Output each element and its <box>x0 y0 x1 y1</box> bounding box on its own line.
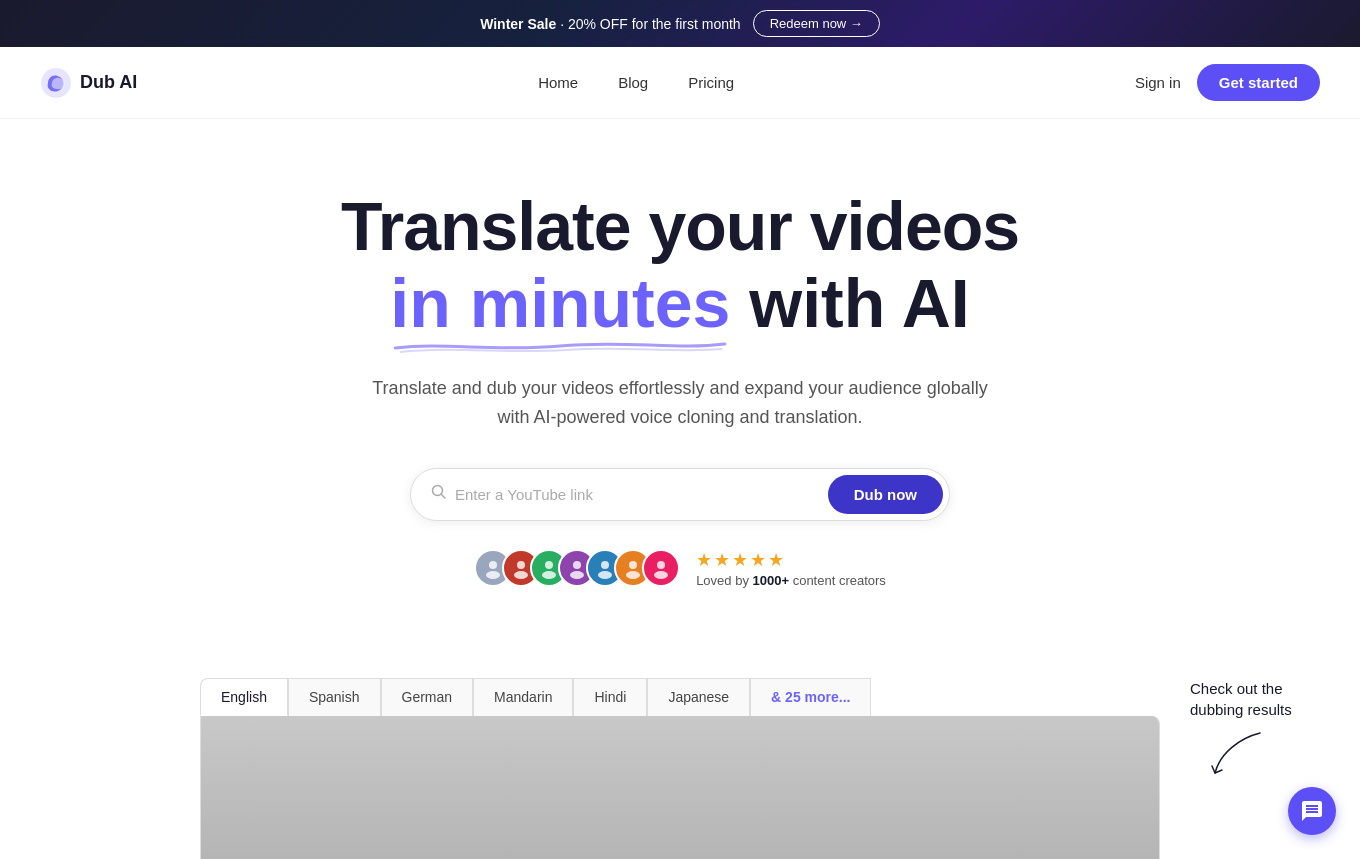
logo-text: Dub AI <box>80 72 137 93</box>
tab-mandarin[interactable]: Mandarin <box>473 678 573 716</box>
svg-point-14 <box>657 561 665 569</box>
nav-actions: Sign in Get started <box>1135 64 1320 101</box>
svg-point-5 <box>514 571 528 579</box>
hero-title: Translate your videos in minutes with AI <box>150 189 1210 342</box>
annotation: Check out the dubbing results <box>1190 678 1360 778</box>
svg-point-15 <box>654 571 668 579</box>
user-count: 1000+ <box>753 573 790 588</box>
annotation-text: Check out the dubbing results <box>1190 678 1360 720</box>
svg-point-9 <box>570 571 584 579</box>
proof-text: ★★★★★ Loved by 1000+ content creators <box>696 549 886 588</box>
get-started-button[interactable]: Get started <box>1197 64 1320 101</box>
svg-point-2 <box>489 561 497 569</box>
tab-spanish[interactable]: Spanish <box>288 678 381 716</box>
hero-title-line1: Translate your videos <box>341 188 1019 264</box>
tab-german[interactable]: German <box>381 678 474 716</box>
svg-point-12 <box>629 561 637 569</box>
nav-links: Home Blog Pricing <box>538 74 734 92</box>
tab-english[interactable]: English <box>200 678 288 716</box>
in-minutes-text: in minutes <box>390 264 730 342</box>
banner-message: Winter Sale · 20% OFF for the first mont… <box>480 16 741 32</box>
svg-point-4 <box>517 561 525 569</box>
discount-text: 20% OFF for the first month <box>568 16 741 32</box>
logo-icon <box>40 67 72 99</box>
annotation-arrow <box>1190 728 1360 778</box>
promo-banner: Winter Sale · 20% OFF for the first mont… <box>0 0 1360 47</box>
nav-item-blog[interactable]: Blog <box>618 74 648 91</box>
video-placeholder <box>201 716 1159 859</box>
demo-video-player <box>200 716 1160 859</box>
nav-item-pricing[interactable]: Pricing <box>688 74 734 91</box>
redeem-button[interactable]: Redeem now → <box>753 10 880 37</box>
chat-support-button[interactable] <box>1288 787 1336 835</box>
logo[interactable]: Dub AI <box>40 67 137 99</box>
search-icon <box>431 484 447 504</box>
svg-point-7 <box>542 571 556 579</box>
tab-japanese[interactable]: Japanese <box>647 678 750 716</box>
tab-more[interactable]: & 25 more... <box>750 678 871 716</box>
underline-decoration <box>390 336 730 354</box>
proof-label: Loved by 1000+ content creators <box>696 573 886 588</box>
tab-hindi[interactable]: Hindi <box>573 678 647 716</box>
language-tabs: English Spanish German Mandarin Hindi Ja… <box>200 678 1160 716</box>
svg-point-3 <box>486 571 500 579</box>
star-rating: ★★★★★ <box>696 549 786 571</box>
main-nav: Dub AI Home Blog Pricing Sign in Get sta… <box>0 47 1360 119</box>
svg-point-6 <box>545 561 553 569</box>
avatar <box>642 549 680 587</box>
dub-now-button[interactable]: Dub now <box>828 475 943 514</box>
svg-point-10 <box>601 561 609 569</box>
chat-icon <box>1300 799 1324 823</box>
svg-point-13 <box>626 571 640 579</box>
hero-section: Translate your videos in minutes with AI… <box>130 119 1230 628</box>
with-ai-text: with AI <box>749 265 969 341</box>
hero-subtitle: Translate and dub your videos effortless… <box>370 374 990 432</box>
sale-label: Winter Sale <box>480 16 556 32</box>
svg-point-8 <box>573 561 581 569</box>
youtube-link-input[interactable] <box>455 486 828 503</box>
avatar-group <box>474 549 680 587</box>
demo-section: Check out the dubbing results English Sp… <box>180 678 1180 859</box>
nav-item-home[interactable]: Home <box>538 74 578 91</box>
youtube-input-bar: Dub now <box>410 468 950 521</box>
svg-point-11 <box>598 571 612 579</box>
sign-in-button[interactable]: Sign in <box>1135 74 1181 91</box>
social-proof: ★★★★★ Loved by 1000+ content creators <box>150 549 1210 588</box>
